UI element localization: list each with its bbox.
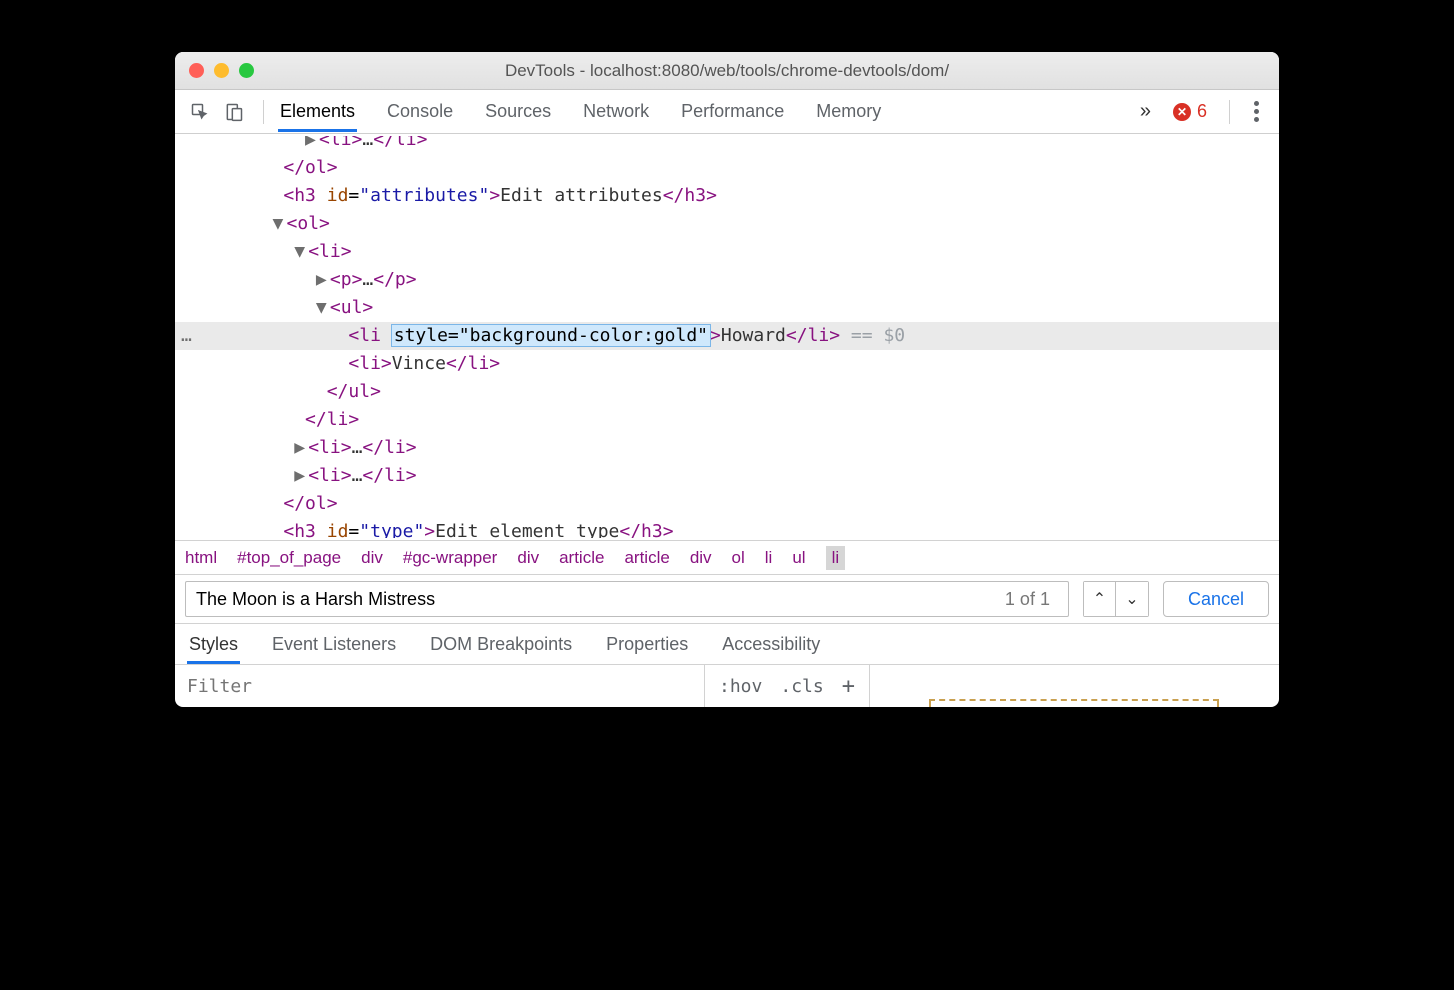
- breadcrumb-item-current[interactable]: li: [826, 546, 846, 570]
- styles-content: [869, 665, 1279, 707]
- breadcrumb-item[interactable]: li: [765, 548, 773, 568]
- dom-line[interactable]: </ol>: [175, 490, 1279, 518]
- subtab-accessibility[interactable]: Accessibility: [720, 625, 822, 664]
- hov-toggle[interactable]: :hov: [719, 676, 762, 697]
- dom-line[interactable]: </ol>: [175, 154, 1279, 182]
- dom-line[interactable]: <h3 id="type">Edit element type</h3>: [175, 518, 1279, 538]
- dom-line[interactable]: ▼<li>: [175, 238, 1279, 266]
- search-prev-button[interactable]: ⌃: [1084, 582, 1116, 616]
- search-bar: 1 of 1 ⌃ ⌄ Cancel: [175, 574, 1279, 623]
- breadcrumb-item[interactable]: article: [559, 548, 604, 568]
- tab-elements[interactable]: Elements: [278, 91, 357, 132]
- dom-line[interactable]: ▶<li>…</li>: [175, 434, 1279, 462]
- subtab-properties[interactable]: Properties: [604, 625, 690, 664]
- cls-toggle[interactable]: .cls: [780, 676, 823, 697]
- breadcrumb-item[interactable]: html: [185, 548, 217, 568]
- dom-line[interactable]: <h3 id="attributes">Edit attributes</h3>: [175, 182, 1279, 210]
- error-icon: ✕: [1173, 103, 1191, 121]
- dom-line: ▶<li>…</li>: [175, 136, 427, 154]
- dom-line[interactable]: ▶<p>…</p>: [175, 266, 1279, 294]
- breadcrumb-item[interactable]: div: [517, 548, 539, 568]
- inspect-element-icon[interactable]: [185, 97, 215, 127]
- filter-input[interactable]: [187, 676, 692, 697]
- titlebar: DevTools - localhost:8080/web/tools/chro…: [175, 52, 1279, 90]
- breadcrumb-item[interactable]: #gc-wrapper: [403, 548, 498, 568]
- breadcrumb: html #top_of_page div #gc-wrapper div ar…: [175, 540, 1279, 574]
- search-box: 1 of 1: [185, 581, 1069, 617]
- search-input[interactable]: [196, 589, 997, 610]
- main-toolbar: Elements Console Sources Network Perform…: [175, 90, 1279, 134]
- settings-menu-icon[interactable]: [1244, 95, 1269, 128]
- style-toggle-buttons: :hov .cls +: [705, 674, 869, 699]
- dom-line[interactable]: ▶<li>…</li>: [175, 462, 1279, 490]
- dom-line[interactable]: </li>: [175, 406, 1279, 434]
- search-count: 1 of 1: [997, 589, 1058, 610]
- subtab-dom-breakpoints[interactable]: DOM Breakpoints: [428, 625, 574, 664]
- add-style-rule-icon[interactable]: +: [842, 674, 855, 699]
- search-next-button[interactable]: ⌄: [1116, 582, 1148, 616]
- breadcrumb-item[interactable]: ol: [732, 548, 745, 568]
- dom-line[interactable]: ▼<ul>: [175, 294, 1279, 322]
- styles-toolbar: :hov .cls +: [175, 665, 1279, 707]
- breadcrumb-item[interactable]: article: [624, 548, 669, 568]
- cancel-button[interactable]: Cancel: [1163, 581, 1269, 617]
- breadcrumb-item[interactable]: div: [361, 548, 383, 568]
- more-tabs-icon[interactable]: »: [1130, 94, 1161, 129]
- device-toolbar-icon[interactable]: [219, 97, 249, 127]
- dom-line[interactable]: <li>Vince</li>: [175, 350, 1279, 378]
- separator: [263, 100, 264, 124]
- dom-line[interactable]: ▼<ol>: [175, 210, 1279, 238]
- error-number: 6: [1197, 101, 1207, 122]
- tab-network[interactable]: Network: [581, 91, 651, 132]
- search-nav: ⌃ ⌄: [1083, 581, 1149, 617]
- attribute-edit-box[interactable]: style="background-color:gold": [392, 325, 710, 346]
- breadcrumb-item[interactable]: ul: [792, 548, 805, 568]
- window-title: DevTools - localhost:8080/web/tools/chro…: [175, 61, 1279, 81]
- dom-line-selected[interactable]: <li style="background-color:gold">Howard…: [175, 322, 1279, 350]
- dom-tree[interactable]: ▶<li>…</li> </ol> <h3 id="attributes">Ed…: [175, 134, 1279, 540]
- tab-sources[interactable]: Sources: [483, 91, 553, 132]
- panel-tabs: Elements Console Sources Network Perform…: [278, 91, 1126, 132]
- dom-line[interactable]: </ul>: [175, 378, 1279, 406]
- breadcrumb-item[interactable]: #top_of_page: [237, 548, 341, 568]
- filter-box: [175, 665, 705, 707]
- devtools-window: DevTools - localhost:8080/web/tools/chro…: [175, 52, 1279, 707]
- styles-subtabs: Styles Event Listeners DOM Breakpoints P…: [175, 623, 1279, 665]
- tab-memory[interactable]: Memory: [814, 91, 883, 132]
- tab-console[interactable]: Console: [385, 91, 455, 132]
- separator: [1229, 100, 1230, 124]
- tab-performance[interactable]: Performance: [679, 91, 786, 132]
- subtab-styles[interactable]: Styles: [187, 625, 240, 664]
- box-model-preview: [929, 699, 1219, 707]
- breadcrumb-item[interactable]: div: [690, 548, 712, 568]
- subtab-event-listeners[interactable]: Event Listeners: [270, 625, 398, 664]
- error-count[interactable]: ✕ 6: [1165, 101, 1215, 122]
